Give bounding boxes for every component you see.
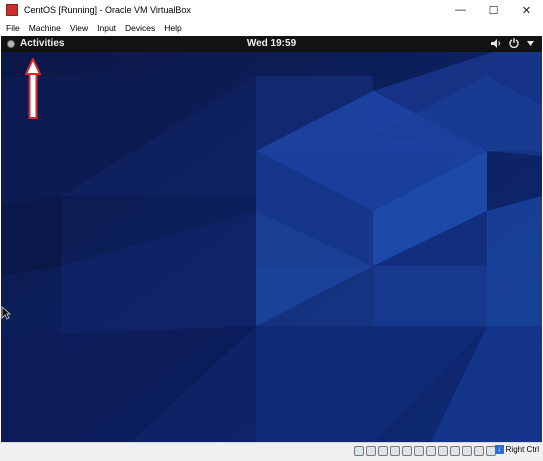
host-key-arrow-icon: ↓ — [494, 445, 504, 454]
menu-devices[interactable]: Devices — [125, 23, 155, 33]
menu-file[interactable]: File — [6, 23, 20, 33]
host-key-label: Right Ctrl — [505, 445, 539, 454]
display-icon[interactable] — [426, 446, 436, 456]
speaker-icon — [491, 38, 500, 48]
vm-statusbar: ↓ Right Ctrl — [0, 442, 543, 461]
chevron-down-icon — [527, 40, 534, 46]
optical-icon[interactable] — [366, 446, 376, 456]
maximize-button[interactable]: ☐ — [477, 0, 510, 20]
audio-icon[interactable] — [378, 446, 388, 456]
power-menu-icon — [509, 38, 519, 48]
network-icon[interactable] — [390, 446, 400, 456]
close-button[interactable]: ✕ — [510, 0, 543, 20]
menu-machine[interactable]: Machine — [29, 23, 61, 33]
window-title: CentOS [Running] - Oracle VM VirtualBox — [24, 5, 191, 15]
hdd-icon[interactable] — [354, 446, 364, 456]
desktop-wallpaper — [1, 36, 542, 442]
mouse-pointer-icon — [1, 306, 11, 320]
window-controls: — ☐ ✕ — [444, 0, 543, 20]
menu-input[interactable]: Input — [97, 23, 116, 33]
menubar: File Machine View Input Devices Help — [0, 20, 543, 36]
menu-help[interactable]: Help — [164, 23, 181, 33]
mouse-integration-icon[interactable] — [474, 446, 484, 456]
gnome-top-bar: Activities Wed 19:59 — [1, 36, 542, 52]
minimize-button[interactable]: — — [444, 0, 477, 20]
shared-folder-icon[interactable] — [414, 446, 424, 456]
red-arrow-annotation — [25, 58, 41, 119]
host-key-indicator[interactable]: ↓ Right Ctrl — [494, 445, 539, 454]
recording-icon[interactable] — [438, 446, 448, 456]
guest-display[interactable]: Activities Wed 19:59 — [1, 36, 542, 442]
menu-view[interactable]: View — [70, 23, 88, 33]
cpu-icon[interactable] — [462, 446, 472, 456]
virtualbox-app-icon — [6, 4, 18, 16]
system-menu[interactable] — [491, 38, 534, 48]
clock[interactable]: Wed 19:59 — [1, 38, 542, 49]
window-titlebar: CentOS [Running] - Oracle VM VirtualBox … — [0, 0, 543, 20]
device-indicators — [354, 446, 496, 456]
usb-icon[interactable] — [402, 446, 412, 456]
settings-icon[interactable] — [450, 446, 460, 456]
